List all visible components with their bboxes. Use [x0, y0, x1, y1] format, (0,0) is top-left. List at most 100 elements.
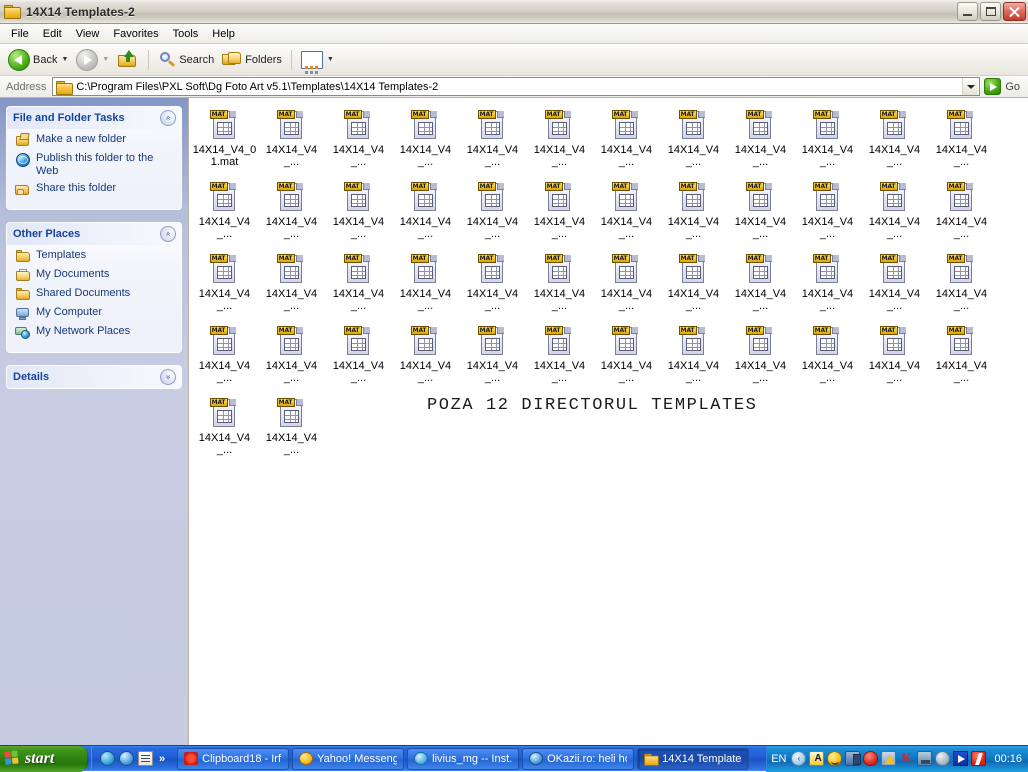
- file-item[interactable]: MAT14X14_V4_...: [191, 322, 258, 394]
- link-make-a-new-folder[interactable]: Make a new folder: [15, 133, 175, 148]
- link-publish-this-folder-to-the-web[interactable]: Publish this folder to the Web: [15, 152, 175, 178]
- link-shared-documents[interactable]: Shared Documents: [15, 287, 175, 302]
- close-button[interactable]: [1003, 2, 1026, 21]
- file-item[interactable]: MAT14X14_V4_...: [392, 106, 459, 178]
- file-item[interactable]: MAT14X14_V4_...: [459, 322, 526, 394]
- chevron-down-icon[interactable]: »: [160, 369, 176, 385]
- language-bar-icon[interactable]: [809, 751, 824, 766]
- clock-tray-icon[interactable]: [935, 751, 950, 766]
- kaspersky-icon[interactable]: [899, 751, 914, 766]
- file-item[interactable]: MAT14X14_V4_...: [861, 250, 928, 322]
- views-button[interactable]: ▼: [297, 47, 338, 73]
- file-item[interactable]: MAT14X14_V4_...: [928, 322, 995, 394]
- media-player-icon[interactable]: [953, 751, 968, 766]
- menu-item-help[interactable]: Help: [205, 26, 242, 42]
- start-button[interactable]: start: [0, 746, 88, 772]
- taskbar-button[interactable]: OKazii.ro: heli ho...: [522, 748, 634, 770]
- forward-button[interactable]: ▼: [72, 47, 113, 73]
- input-language-indicator[interactable]: EN: [771, 753, 786, 765]
- menu-item-edit[interactable]: Edit: [36, 26, 69, 42]
- menu-item-tools[interactable]: Tools: [166, 26, 206, 42]
- file-item[interactable]: MAT14X14_V4_...: [794, 106, 861, 178]
- file-item[interactable]: MAT14X14_V4_...: [727, 178, 794, 250]
- link-share-this-folder[interactable]: Share this folder: [15, 182, 175, 197]
- file-item[interactable]: MAT14X14_V4_...: [392, 322, 459, 394]
- file-item[interactable]: MAT14X14_V4_...: [526, 322, 593, 394]
- file-item[interactable]: MAT14X14_V4_...: [593, 106, 660, 178]
- file-item[interactable]: MAT14X14_V4_...: [727, 322, 794, 394]
- yahoo-messenger-tray-icon[interactable]: [827, 751, 842, 766]
- file-list-view[interactable]: MAT14X14_V4_01.matMAT14X14_V4_...MAT14X1…: [188, 98, 1028, 745]
- messenger-icon[interactable]: [100, 751, 115, 766]
- panel-header[interactable]: File and Folder Tasks «: [7, 107, 181, 129]
- file-item[interactable]: MAT14X14_V4_...: [191, 394, 258, 466]
- file-item[interactable]: MAT14X14_V4_...: [928, 178, 995, 250]
- file-item[interactable]: MAT14X14_V4_...: [459, 250, 526, 322]
- taskbar-button[interactable]: Yahoo! Messenger: [292, 748, 404, 770]
- chevron-up-icon[interactable]: «: [160, 110, 176, 126]
- warning-icon[interactable]: [881, 751, 896, 766]
- link-my-computer[interactable]: My Computer: [15, 306, 175, 321]
- file-item[interactable]: MAT14X14_V4_...: [258, 250, 325, 322]
- file-item[interactable]: MAT14X14_V4_01.mat: [191, 106, 258, 178]
- minimize-button[interactable]: [957, 2, 978, 21]
- file-item[interactable]: MAT14X14_V4_...: [660, 178, 727, 250]
- file-item[interactable]: MAT14X14_V4_...: [526, 178, 593, 250]
- panel-header[interactable]: Details »: [7, 366, 181, 388]
- file-item[interactable]: MAT14X14_V4_...: [459, 106, 526, 178]
- file-item[interactable]: MAT14X14_V4_...: [191, 178, 258, 250]
- tray-expand-icon[interactable]: ‹: [791, 751, 806, 766]
- file-item[interactable]: MAT14X14_V4_...: [392, 178, 459, 250]
- file-item[interactable]: MAT14X14_V4_...: [928, 106, 995, 178]
- back-dropdown-icon[interactable]: ▼: [61, 56, 68, 63]
- file-item[interactable]: MAT14X14_V4_...: [526, 250, 593, 322]
- views-dropdown-icon[interactable]: ▼: [327, 56, 334, 63]
- file-item[interactable]: MAT14X14_V4_...: [593, 178, 660, 250]
- file-item[interactable]: MAT14X14_V4_...: [660, 322, 727, 394]
- file-item[interactable]: MAT14X14_V4_...: [794, 250, 861, 322]
- file-item[interactable]: MAT14X14_V4_...: [861, 106, 928, 178]
- taskbar-clock[interactable]: 00:16: [994, 753, 1022, 765]
- file-item[interactable]: MAT14X14_V4_...: [660, 250, 727, 322]
- menu-item-file[interactable]: File: [4, 26, 36, 42]
- taskbar-button[interactable]: Clipboard18 - Irf...: [177, 748, 289, 770]
- file-item[interactable]: MAT14X14_V4_...: [727, 250, 794, 322]
- file-item[interactable]: MAT14X14_V4_...: [593, 250, 660, 322]
- file-item[interactable]: MAT14X14_V4_...: [325, 250, 392, 322]
- file-item[interactable]: MAT14X14_V4_...: [861, 178, 928, 250]
- file-item[interactable]: MAT14X14_V4_...: [727, 106, 794, 178]
- menu-item-view[interactable]: View: [69, 26, 107, 42]
- file-item[interactable]: MAT14X14_V4_...: [526, 106, 593, 178]
- address-input[interactable]: C:\Program Files\PXL Soft\Dg Foto Art v5…: [52, 77, 980, 96]
- utility-icon[interactable]: [971, 751, 986, 766]
- file-item[interactable]: MAT14X14_V4_...: [794, 322, 861, 394]
- link-templates[interactable]: Templates: [15, 249, 175, 264]
- show-desktop-icon[interactable]: [138, 751, 153, 766]
- up-button[interactable]: [113, 47, 143, 73]
- file-item[interactable]: MAT14X14_V4_...: [258, 322, 325, 394]
- go-button[interactable]: Go: [980, 78, 1026, 95]
- file-item[interactable]: MAT14X14_V4_...: [325, 322, 392, 394]
- monitor-icon[interactable]: [917, 751, 932, 766]
- maximize-button[interactable]: [980, 2, 1001, 21]
- file-item[interactable]: MAT14X14_V4_...: [392, 250, 459, 322]
- file-item[interactable]: MAT14X14_V4_...: [258, 178, 325, 250]
- taskbar-button[interactable]: livius_mg -- Inst...: [407, 748, 519, 770]
- internet-explorer-icon[interactable]: [119, 751, 134, 766]
- folders-button[interactable]: Folders: [218, 47, 286, 73]
- search-button[interactable]: Search: [154, 47, 218, 73]
- file-item[interactable]: MAT14X14_V4_...: [325, 106, 392, 178]
- file-item[interactable]: MAT14X14_V4_...: [861, 322, 928, 394]
- file-item[interactable]: MAT14X14_V4_...: [258, 106, 325, 178]
- file-item[interactable]: MAT14X14_V4_...: [459, 178, 526, 250]
- file-item[interactable]: MAT14X14_V4_...: [593, 322, 660, 394]
- quicklaunch-overflow-icon[interactable]: »: [159, 753, 165, 765]
- network-connection-icon[interactable]: [845, 751, 860, 766]
- file-item[interactable]: MAT14X14_V4_...: [928, 250, 995, 322]
- chevron-up-icon[interactable]: «: [160, 226, 176, 242]
- security-shield-icon[interactable]: [863, 751, 878, 766]
- file-item[interactable]: MAT14X14_V4_...: [794, 178, 861, 250]
- file-item[interactable]: MAT14X14_V4_...: [258, 394, 325, 466]
- link-my-documents[interactable]: My Documents: [15, 268, 175, 283]
- file-item[interactable]: MAT14X14_V4_...: [660, 106, 727, 178]
